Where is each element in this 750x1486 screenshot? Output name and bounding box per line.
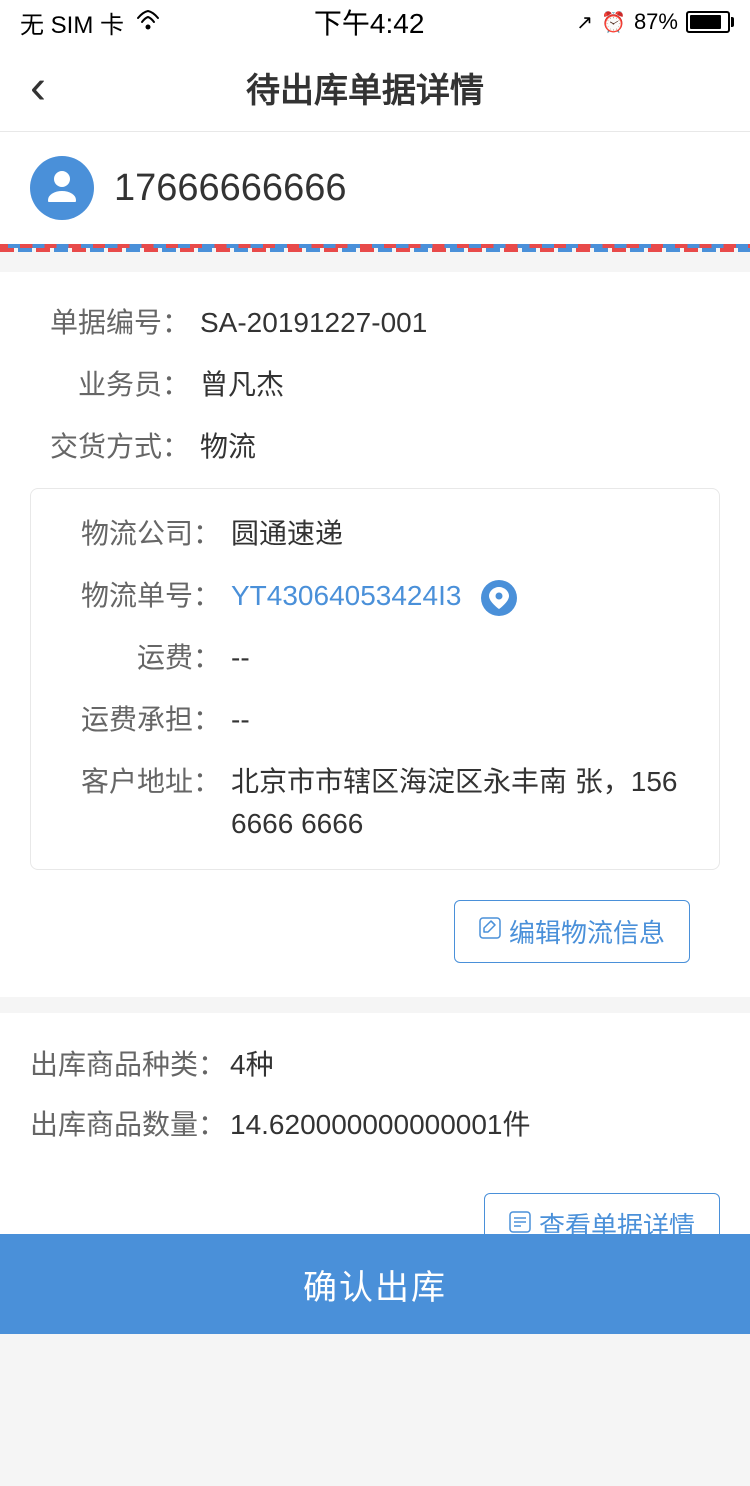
product-types-row: 出库商品种类： 4种 (30, 1043, 720, 1083)
edit-logistics-container: 编辑物流信息 (30, 890, 720, 987)
logistics-company-value: 圆通速递 (231, 513, 689, 555)
freight-value: -- (231, 637, 689, 679)
section-divider-1 (0, 997, 750, 1013)
freight-responsible-value: -- (231, 699, 689, 741)
confirm-label: 确认出库 (303, 1260, 447, 1309)
page-title: 待出库单据详情 (66, 63, 664, 112)
alarm-icon: ⏰ (601, 10, 626, 35)
address-row: 客户地址： 北京市市辖区海淀区永丰南 张，156 6666 6666 (61, 761, 689, 845)
battery-icon (686, 11, 730, 33)
status-left: 无 SIM 卡 (20, 5, 162, 40)
location-icon: ↗ (576, 10, 593, 35)
delivery-method-label: 交货方式： (30, 426, 190, 468)
product-quantity-label: 出库商品数量： (30, 1103, 230, 1143)
document-number-value: SA-20191227-001 (200, 302, 720, 344)
status-right: ↗ ⏰ 87% (576, 9, 730, 35)
freight-row: 运费： -- (61, 637, 689, 679)
address-value: 北京市市辖区海淀区永丰南 张，156 6666 6666 (231, 761, 689, 845)
location-pin-icon[interactable] (481, 580, 517, 616)
stats-section: 出库商品种类： 4种 出库商品数量： 14.620000000000001件 (0, 1013, 750, 1183)
product-quantity-value: 14.620000000000001件 (230, 1103, 531, 1143)
sales-rep-value: 曾凡杰 (200, 364, 720, 406)
confirm-button[interactable]: 确认出库 (0, 1234, 750, 1334)
customer-phone: 17666666666 (114, 167, 346, 210)
nav-bar: ‹ 待出库单据详情 (0, 44, 750, 132)
edit-logistics-label: 编辑物流信息 (509, 913, 665, 950)
status-bar: 无 SIM 卡 下午4:42 ↗ ⏰ 87% (0, 0, 750, 44)
carrier-label: 无 SIM 卡 (20, 5, 124, 40)
tracking-number-row: 物流单号： YT43064053424I3 (61, 575, 689, 617)
document-number-label: 单据编号： (30, 302, 190, 344)
sales-rep-label: 业务员： (30, 364, 190, 406)
back-button[interactable]: ‹ (30, 60, 46, 115)
tracking-number-value: YT43064053424I3 (231, 575, 689, 617)
battery-percent: 87% (634, 9, 678, 35)
status-time: 下午4:42 (314, 2, 425, 42)
customer-bar: 17666666666 (0, 132, 750, 248)
edit-icon (479, 917, 501, 946)
logistics-company-label: 物流公司： (61, 513, 221, 555)
freight-responsible-row: 运费承担： -- (61, 699, 689, 741)
product-types-label: 出库商品种类： (30, 1043, 230, 1083)
freight-label: 运费： (61, 637, 221, 679)
wifi-icon (134, 8, 162, 37)
sales-rep-row: 业务员： 曾凡杰 (30, 364, 720, 406)
document-number-row: 单据编号： SA-20191227-001 (30, 302, 720, 344)
user-icon (44, 166, 80, 211)
avatar (30, 156, 94, 220)
edit-logistics-button[interactable]: 编辑物流信息 (454, 900, 690, 963)
logistics-company-row: 物流公司： 圆通速递 (61, 513, 689, 555)
product-quantity-row: 出库商品数量： 14.620000000000001件 (30, 1103, 720, 1143)
freight-responsible-label: 运费承担： (61, 699, 221, 741)
delivery-method-value: 物流 (200, 426, 720, 468)
logistics-card: 物流公司： 圆通速递 物流单号： YT43064053424I3 运费： -- … (30, 488, 720, 870)
delivery-method-row: 交货方式： 物流 (30, 426, 720, 468)
tracking-number-label: 物流单号： (61, 575, 221, 617)
address-label: 客户地址： (61, 761, 221, 803)
order-info-section: 单据编号： SA-20191227-001 业务员： 曾凡杰 交货方式： 物流 … (0, 272, 750, 997)
dashed-divider (0, 248, 750, 252)
product-types-value: 4种 (230, 1043, 274, 1083)
